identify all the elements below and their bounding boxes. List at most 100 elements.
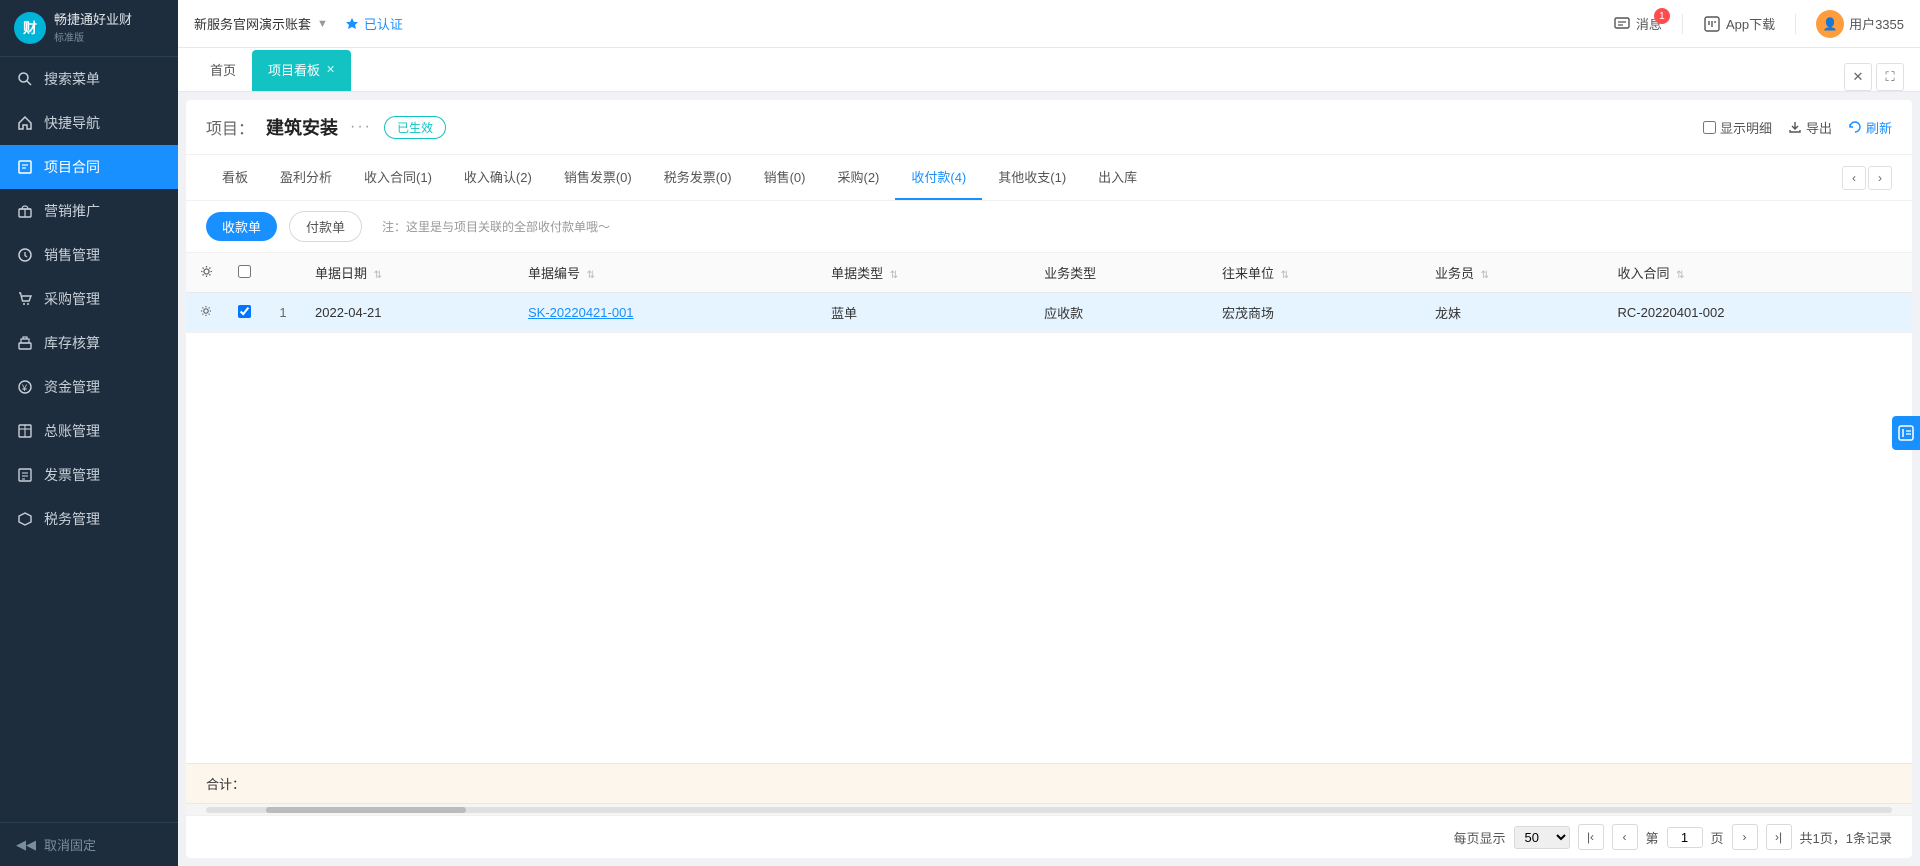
row-type: 蓝单 xyxy=(819,293,1032,333)
prev-page-btn[interactable]: ‹ xyxy=(1612,824,1638,850)
sidebar-label-ledger: 总账管理 xyxy=(44,421,100,441)
refresh-btn[interactable]: 刷新 xyxy=(1848,118,1892,137)
table-container: 单据日期 ⇅ 单据编号 ⇅ 单据类型 ⇅ 业务类型 xyxy=(186,253,1912,763)
sub-tab-sales-invoice[interactable]: 销售发票(0) xyxy=(548,155,648,200)
row-settings[interactable] xyxy=(186,293,226,333)
settings-col-header[interactable] xyxy=(186,253,226,293)
right-panel-btn[interactable] xyxy=(1892,416,1920,450)
sidebar-item-fund[interactable]: ¥ 资金管理 xyxy=(0,365,178,409)
topbar-right: 1 消息 App下载 👤 用户3355 xyxy=(1613,10,1904,38)
sub-tab-inout[interactable]: 出入库 xyxy=(1082,155,1153,200)
user-label: 用户3355 xyxy=(1849,14,1904,33)
topbar: 新服务官网演示账套 ▼ 已认证 1 消息 App下载 👤 用户3355 xyxy=(178,0,1920,48)
contract-col-header[interactable]: 收入合同 ⇅ xyxy=(1606,253,1912,293)
table-row[interactable]: 1 2022-04-21 SK-20220421-001 蓝单 应收款 宏茂商场… xyxy=(186,293,1912,333)
project-status-badge: 已生效 xyxy=(384,116,446,139)
ledger-icon xyxy=(16,422,34,440)
sidebar-item-project[interactable]: 项目合同 xyxy=(0,145,178,189)
scrollbar-thumb[interactable] xyxy=(266,807,466,813)
contract-icon xyxy=(16,158,34,176)
maximize-btn[interactable]: ⛶ xyxy=(1876,63,1904,91)
inventory-icon xyxy=(16,334,34,352)
sub-tab-profit[interactable]: 盈利分析 xyxy=(264,155,348,200)
sub-tab-next-btn[interactable]: › xyxy=(1868,166,1892,190)
content-panel: 项目： 建筑安装 ··· 已生效 显示明细 导出 刷新 xyxy=(186,100,1912,858)
next-page-btn[interactable]: › xyxy=(1732,824,1758,850)
tab-home[interactable]: 首页 xyxy=(194,50,252,91)
chevron-down-icon: ▼ xyxy=(317,18,328,30)
sub-tab-sales[interactable]: 销售(0) xyxy=(748,155,822,200)
sidebar-item-search[interactable]: 搜索菜单 xyxy=(0,57,178,101)
sub-tab-other[interactable]: 其他收支(1) xyxy=(982,155,1082,200)
tab-home-label: 首页 xyxy=(210,60,236,79)
scrollbar-track[interactable] xyxy=(206,807,1892,813)
search-icon xyxy=(16,70,34,88)
sidebar-label-purchase: 采购管理 xyxy=(44,289,100,309)
collection-filter-btn[interactable]: 收款单 xyxy=(206,212,277,241)
app-download-btn[interactable]: App下载 xyxy=(1703,14,1775,33)
sidebar-item-inventory[interactable]: 库存核算 xyxy=(0,321,178,365)
divider xyxy=(1682,14,1683,34)
biztype-col-header: 业务类型 xyxy=(1032,253,1210,293)
sidebar-item-tax[interactable]: 税务管理 xyxy=(0,497,178,541)
row-salesperson: 龙妹 xyxy=(1423,293,1606,333)
page-size-label: 每页显示 xyxy=(1453,828,1505,847)
sidebar-item-sales[interactable]: 销售管理 xyxy=(0,233,178,277)
sub-tab-income-confirm[interactable]: 收入确认(2) xyxy=(448,155,548,200)
total-row: 合计： xyxy=(186,763,1912,803)
sidebar-label-sales: 销售管理 xyxy=(44,245,100,265)
filter-row: 收款单 付款单 注：这里是与项目关联的全部收付款单哦～ xyxy=(186,201,1912,253)
project-title: 建筑安装 xyxy=(266,114,338,140)
user-menu[interactable]: 👤 用户3355 xyxy=(1816,10,1904,38)
sidebar-item-ledger[interactable]: 总账管理 xyxy=(0,409,178,453)
tab-close-icon[interactable]: ✕ xyxy=(326,63,335,76)
sidebar-item-purchase[interactable]: 采购管理 xyxy=(0,277,178,321)
sidebar-item-quicknav[interactable]: 快捷导航 xyxy=(0,101,178,145)
partner-col-header[interactable]: 往来单位 ⇅ xyxy=(1210,253,1423,293)
sub-tab-purchase[interactable]: 采购(2) xyxy=(821,155,895,200)
select-all-checkbox[interactable] xyxy=(238,265,251,278)
page-input[interactable] xyxy=(1667,827,1703,848)
account-selector[interactable]: 新服务官网演示账套 ▼ xyxy=(194,14,328,33)
more-options-icon[interactable]: ··· xyxy=(350,118,372,136)
pagination: 每页显示 50 100 200 |‹ ‹ 第 页 › ›| 共1页，1条记录 xyxy=(186,815,1912,858)
horizontal-scrollbar[interactable] xyxy=(186,803,1912,815)
first-page-btn[interactable]: |‹ xyxy=(1578,824,1604,850)
row-checkbox[interactable] xyxy=(226,293,263,333)
gift-icon xyxy=(16,202,34,220)
select-all-col[interactable] xyxy=(226,253,263,293)
sidebar-label-tax: 税务管理 xyxy=(44,509,100,529)
number-col-header[interactable]: 单据编号 ⇅ xyxy=(516,253,819,293)
filter-note: 注：这里是与项目关联的全部收付款单哦～ xyxy=(382,218,610,235)
total-label: 合计： xyxy=(206,774,245,793)
sub-tab-tax-invoice[interactable]: 税务发票(0) xyxy=(648,155,748,200)
sub-tab-prev-btn[interactable]: ‹ xyxy=(1842,166,1866,190)
message-btn[interactable]: 1 消息 xyxy=(1613,14,1662,33)
sidebar-item-marketing[interactable]: 营销推广 xyxy=(0,189,178,233)
salesperson-col-header[interactable]: 业务员 ⇅ xyxy=(1423,253,1606,293)
last-page-btn[interactable]: ›| xyxy=(1766,824,1792,850)
sub-tabs: 看板 盈利分析 收入合同(1) 收入确认(2) 销售发票(0) 税务发票(0) … xyxy=(186,155,1912,201)
row-number[interactable]: SK-20220421-001 xyxy=(516,293,819,333)
date-sort-icon: ⇅ xyxy=(374,270,382,281)
sub-tab-payment[interactable]: 收付款(4) xyxy=(895,155,982,200)
export-btn[interactable]: 导出 xyxy=(1788,118,1832,137)
show-detail-input[interactable] xyxy=(1703,121,1716,134)
sub-tab-income-contract[interactable]: 收入合同(1) xyxy=(348,155,448,200)
main-area: 新服务官网演示账套 ▼ 已认证 1 消息 App下载 👤 用户3355 xyxy=(178,0,1920,866)
payment-filter-btn[interactable]: 付款单 xyxy=(289,211,362,242)
sales-icon xyxy=(16,246,34,264)
sidebar-label-fund: 资金管理 xyxy=(44,377,100,397)
type-col-header[interactable]: 单据类型 ⇅ xyxy=(819,253,1032,293)
app-download-label: App下载 xyxy=(1726,14,1775,33)
message-badge: 1 xyxy=(1654,8,1670,24)
close-window-btn[interactable]: ✕ xyxy=(1844,63,1872,91)
tab-project-board[interactable]: 项目看板 ✕ xyxy=(252,50,351,91)
sidebar-unpin[interactable]: ◀◀ 取消固定 xyxy=(0,822,178,866)
date-col-header[interactable]: 单据日期 ⇅ xyxy=(303,253,516,293)
num-col-header xyxy=(263,253,303,293)
sidebar-item-invoice[interactable]: 发票管理 xyxy=(0,453,178,497)
show-detail-checkbox[interactable]: 显示明细 xyxy=(1703,118,1772,137)
page-size-select[interactable]: 50 100 200 xyxy=(1514,826,1570,849)
sub-tab-kanban[interactable]: 看板 xyxy=(206,155,264,200)
